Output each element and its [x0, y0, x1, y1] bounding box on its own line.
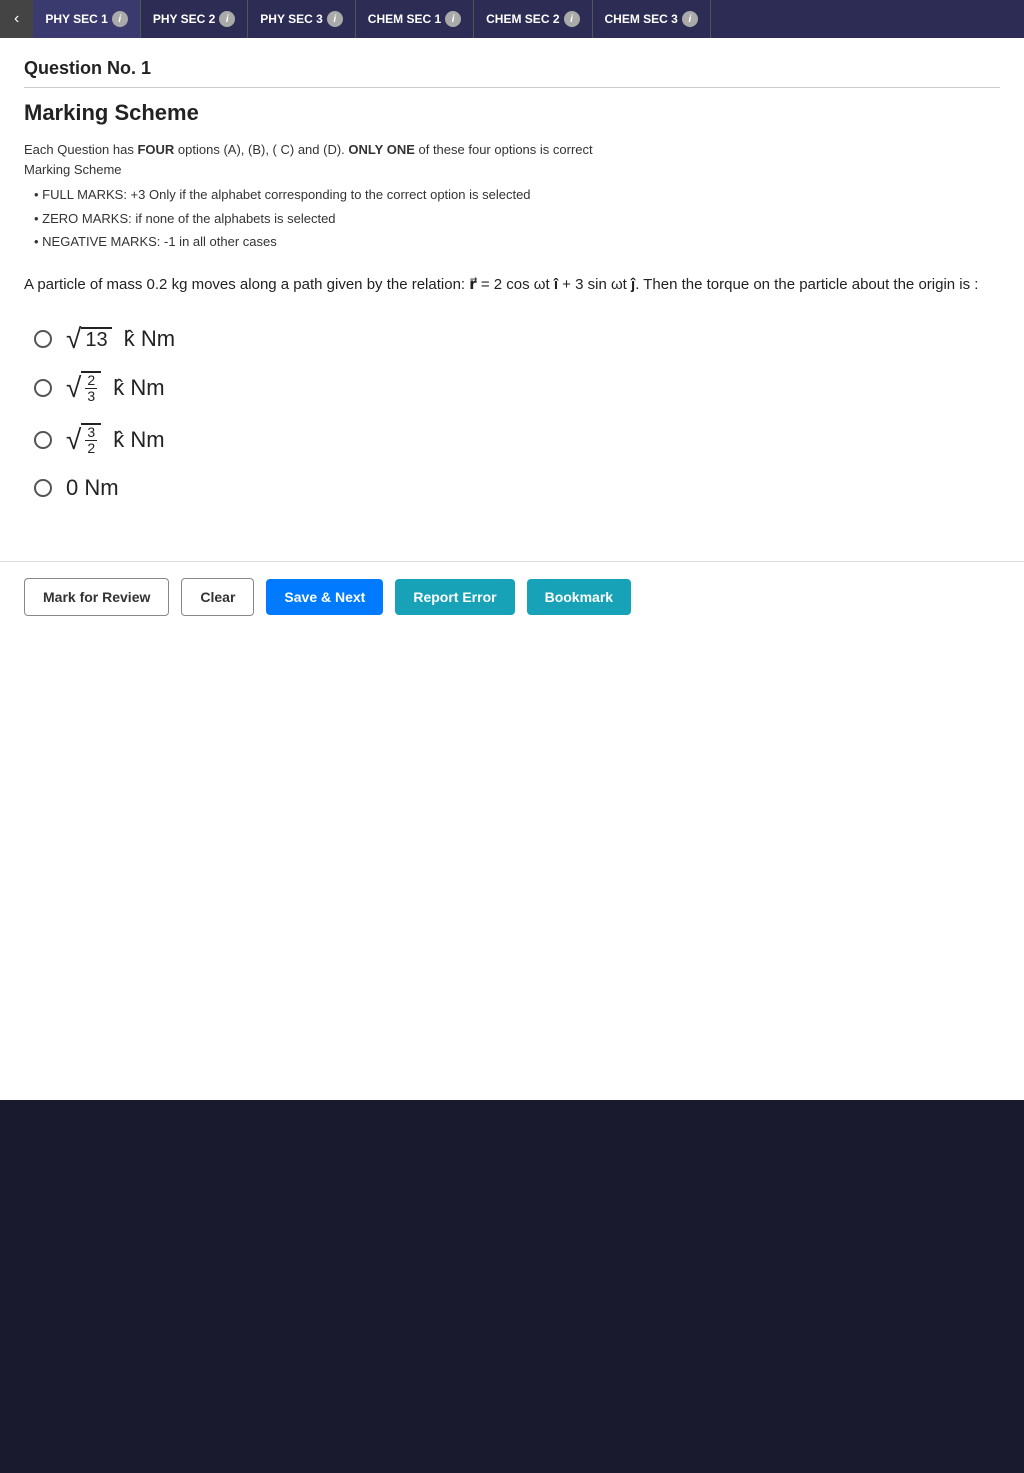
- option-d-label: 0 Nm: [66, 475, 119, 501]
- info-icon-chem-sec-2: i: [564, 11, 580, 27]
- marking-scheme-title: Marking Scheme: [24, 100, 1000, 126]
- question-number: Question No. 1: [24, 58, 1000, 88]
- marking-scheme-description: Each Question has FOUR options (A), (B),…: [24, 140, 1000, 179]
- info-icon-phy-sec-1: i: [112, 11, 128, 27]
- marking-point-2: ZERO MARKS: if none of the alphabets is …: [34, 209, 1000, 229]
- radio-b[interactable]: [34, 379, 52, 397]
- sqrt-13-wrapper: √13: [66, 325, 112, 353]
- save-next-button[interactable]: Save & Next: [266, 579, 383, 615]
- option-a-label: √13 k̂ Nm: [66, 325, 175, 353]
- radio-c[interactable]: [34, 431, 52, 449]
- sqrt-2-3-wrapper: √ 2 3: [66, 371, 101, 405]
- tab-chem-sec-3-label: CHEM SEC 3: [605, 12, 678, 26]
- tab-chem-sec-2-label: CHEM SEC 2: [486, 12, 559, 26]
- radio-a[interactable]: [34, 330, 52, 348]
- info-icon-phy-sec-3: i: [327, 11, 343, 27]
- option-d[interactable]: 0 Nm: [34, 475, 1000, 501]
- info-icon-chem-sec-3: i: [682, 11, 698, 27]
- info-icon-chem-sec-1: i: [445, 11, 461, 27]
- tab-chem-sec-3[interactable]: CHEM SEC 3 i: [593, 0, 711, 38]
- option-b-label: √ 2 3 k̂ Nm: [66, 371, 165, 405]
- marking-point-1: FULL MARKS: +3 Only if the alphabet corr…: [34, 185, 1000, 205]
- option-c-label: √ 3 2 k̂ Nm: [66, 423, 165, 457]
- tab-phy-sec-3[interactable]: PHY SEC 3 i: [248, 0, 355, 38]
- tab-phy-sec-1[interactable]: PHY SEC 1 i: [33, 0, 140, 38]
- marking-point-3: NEGATIVE MARKS: -1 in all other cases: [34, 232, 1000, 252]
- radio-d[interactable]: [34, 479, 52, 497]
- tab-chem-sec-1-label: CHEM SEC 1: [368, 12, 441, 26]
- tab-chem-sec-1[interactable]: CHEM SEC 1 i: [356, 0, 474, 38]
- tab-phy-sec-2-label: PHY SEC 2: [153, 12, 215, 26]
- question-text: A particle of mass 0.2 kg moves along a …: [24, 272, 1000, 298]
- back-icon: ‹: [14, 10, 19, 28]
- sqrt-3-2-wrapper: √ 3 2: [66, 423, 101, 457]
- tab-chem-sec-2[interactable]: CHEM SEC 2 i: [474, 0, 592, 38]
- option-b[interactable]: √ 2 3 k̂ Nm: [34, 371, 1000, 405]
- tab-phy-sec-1-label: PHY SEC 1: [45, 12, 107, 26]
- marking-scheme-label: Marking Scheme: [24, 162, 122, 177]
- report-error-button[interactable]: Report Error: [395, 579, 514, 615]
- content-area: Question No. 1 Marking Scheme Each Quest…: [0, 38, 1024, 561]
- mark-review-button[interactable]: Mark for Review: [24, 578, 169, 616]
- dark-background-area: [0, 1100, 1024, 1470]
- options-container: √13 k̂ Nm √ 2 3: [24, 325, 1000, 501]
- info-icon-phy-sec-2: i: [219, 11, 235, 27]
- tab-phy-sec-3-label: PHY SEC 3: [260, 12, 322, 26]
- bottom-action-bar: Mark for Review Clear Save & Next Report…: [0, 561, 1024, 632]
- tab-bar: ‹ PHY SEC 1 i PHY SEC 2 i PHY SEC 3 i CH…: [0, 0, 1024, 38]
- back-button[interactable]: ‹: [0, 0, 33, 38]
- marking-points-list: FULL MARKS: +3 Only if the alphabet corr…: [24, 185, 1000, 252]
- option-a[interactable]: √13 k̂ Nm: [34, 325, 1000, 353]
- clear-button[interactable]: Clear: [181, 578, 254, 616]
- option-c[interactable]: √ 3 2 k̂ Nm: [34, 423, 1000, 457]
- bookmark-button[interactable]: Bookmark: [527, 579, 631, 615]
- tab-phy-sec-2[interactable]: PHY SEC 2 i: [141, 0, 248, 38]
